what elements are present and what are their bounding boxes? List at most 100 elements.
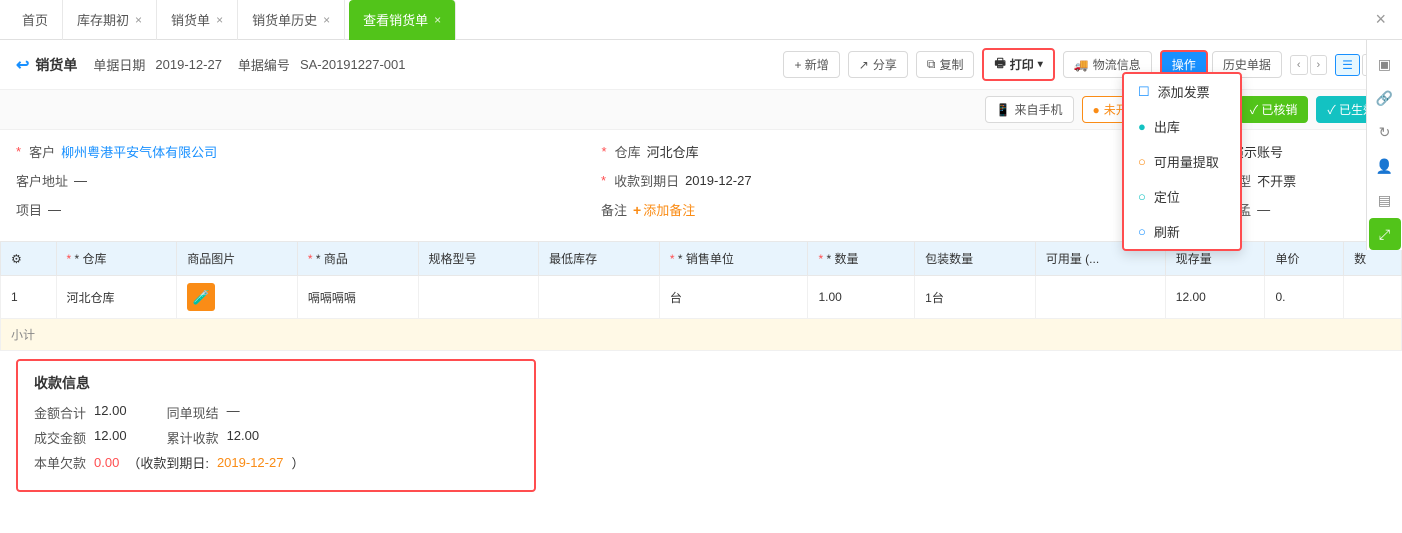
locate-item[interactable]: ○ 定位	[1124, 179, 1240, 214]
col-gear[interactable]: ⚙	[1, 242, 57, 276]
tab-inventory-start[interactable]: 库存期初 ×	[63, 0, 157, 40]
project-value: —	[48, 202, 61, 217]
tab-history-close[interactable]: ×	[323, 13, 330, 27]
row-available	[1035, 276, 1165, 319]
table-row: 1 河北仓库 🧪 嗝嗝嗝嗝 台 1.00 1台	[1, 276, 1402, 319]
from-phone-button[interactable]: 📱 来自手机	[985, 96, 1074, 123]
note-label: 备注	[601, 200, 627, 219]
list-view-button[interactable]: ☰	[1335, 54, 1360, 76]
add-invoice-item[interactable]: ☐ 添加发票	[1124, 74, 1240, 109]
available-label: 可用量提取	[1154, 152, 1219, 171]
tab-view-close[interactable]: ×	[434, 13, 441, 27]
outbound-item[interactable]: ● 出库	[1124, 109, 1240, 144]
sidebar-icon-4[interactable]: 👤	[1369, 150, 1401, 182]
tab-sales-history[interactable]: 销货单历史 ×	[238, 0, 345, 40]
customer-value[interactable]: 柳州粤港平安气体有限公司	[61, 142, 217, 161]
doc-number-label: 单据编号 SA-20191227-001	[238, 55, 406, 74]
row-qty: 1.00	[808, 276, 915, 319]
doc-date-value: 2019-12-27	[155, 57, 222, 72]
global-close-button[interactable]: ×	[1367, 9, 1394, 30]
warehouse-value: 河北仓库	[647, 142, 699, 161]
tab-sales-order[interactable]: 销货单 ×	[157, 0, 238, 40]
tab-sales-label: 销货单	[171, 10, 210, 29]
payment-info-box: 收款信息 金额合计 12.00 同单现结 — 成交金额 12.00 累计收款	[16, 359, 536, 492]
right-sidebar: ▣ 🔗 ↻ 👤 ▤ ⤢	[1366, 40, 1402, 250]
print-button[interactable]: 🖶 打印 ▾	[982, 48, 1054, 81]
doc-icon: ↩	[16, 55, 29, 75]
verified-text: 已核销	[1261, 103, 1297, 117]
share-button[interactable]: ↗ 分享	[848, 51, 908, 78]
nav-arrows: ‹ ›	[1290, 55, 1327, 75]
sidebar-icon-1[interactable]: ▣	[1369, 48, 1401, 80]
same-order-field: 同单现结 —	[167, 403, 240, 422]
new-button[interactable]: + 新增	[783, 51, 839, 78]
payment-info-title: 收款信息	[34, 373, 518, 393]
doc-date-label: 单据日期 2019-12-27	[93, 55, 222, 74]
verified-badge[interactable]: ✓ 已核销	[1239, 96, 1309, 123]
total-amount-field: 金额合计 12.00	[34, 403, 127, 422]
address-field: 客户地址 —	[16, 171, 216, 190]
doc-number-value: SA-20191227-001	[300, 57, 406, 72]
history-label: 历史单据	[1223, 58, 1271, 72]
tab-inventory-close[interactable]: ×	[135, 13, 142, 27]
available-qty-item[interactable]: ○ 可用量提取	[1124, 144, 1240, 179]
copy-icon: ⧉	[927, 57, 936, 72]
product-img-icon: 🧪	[192, 289, 209, 306]
sidebar-icon-3[interactable]: ↻	[1369, 116, 1401, 148]
row-unit-price: 0.	[1265, 276, 1344, 319]
add-note-button[interactable]: + 添加备注	[633, 200, 695, 219]
due-date-label: 收款到期日	[614, 171, 679, 190]
gear-icon[interactable]: ⚙	[11, 252, 22, 266]
next-button[interactable]: ›	[1310, 55, 1328, 75]
due-date-field: * 收款到期日 2019-12-27	[601, 171, 801, 190]
actions-dropdown: ☐ 添加发票 ● 出库 ○ 可用量提取 ○ 定位 ○ 刷新	[1122, 72, 1242, 251]
col-unit-price: 单价	[1265, 242, 1344, 276]
payment-row-1: 金额合计 12.00 同单现结 —	[34, 403, 518, 422]
tab-home[interactable]: 首页	[8, 0, 63, 40]
copy-button[interactable]: ⧉ 复制	[916, 51, 975, 78]
sidebar-icon-2[interactable]: 🔗	[1369, 82, 1401, 114]
refresh-label: 刷新	[1154, 222, 1180, 241]
refresh-item[interactable]: ○ 刷新	[1124, 214, 1240, 249]
tab-view-label: 查看销货单	[363, 10, 428, 29]
tab-home-label: 首页	[22, 10, 48, 29]
row-current-stock: 12.00	[1165, 276, 1265, 319]
prev-button[interactable]: ‹	[1290, 55, 1308, 75]
warehouse-required: *	[602, 144, 607, 159]
outbound-label: 出库	[1154, 117, 1180, 136]
print-label: 打印	[1010, 56, 1034, 73]
address-label: 客户地址	[16, 171, 68, 190]
address-value: —	[74, 173, 87, 188]
row-image: 🧪	[177, 276, 298, 319]
table-section: ⚙ * * 仓库 商品图片 * * 商品 规格型号 最低库存 * * 销售单位 …	[0, 241, 1402, 351]
payment-row-3: 本单欠款 0.00 （收款到期日: 2019-12-27 ）	[34, 453, 518, 472]
current-due-label: 本单欠款	[34, 453, 86, 472]
locate-label: 定位	[1154, 187, 1180, 206]
customer-required: *	[16, 144, 21, 159]
phone-icon: 📱	[996, 103, 1011, 117]
add-invoice-label: 添加发票	[1158, 82, 1210, 101]
sidebar-icon-5[interactable]: ▤	[1369, 184, 1401, 216]
total-amount-value: 12.00	[94, 403, 127, 422]
project-field: 项目 —	[16, 200, 216, 219]
col-warehouse: * * 仓库	[56, 242, 177, 276]
tab-history-label: 销货单历史	[252, 10, 317, 29]
row-pkg-qty: 1台	[915, 276, 1036, 319]
copy-label: 复制	[939, 56, 963, 73]
col-product: * * 商品	[297, 242, 418, 276]
col-spec: 规格型号	[418, 242, 539, 276]
due-note: （收款到期日:	[127, 453, 209, 472]
total-amount-label: 金额合计	[34, 403, 86, 422]
current-due-value: 0.00	[94, 455, 119, 470]
tab-view-sales[interactable]: 查看销货单 ×	[349, 0, 456, 40]
data-table: ⚙ * * 仓库 商品图片 * * 商品 规格型号 最低库存 * * 销售单位 …	[0, 241, 1402, 351]
doc-title-area: ↩ 销货单	[16, 55, 77, 75]
warehouse-label: 仓库	[615, 142, 641, 161]
subtotal-label: 小计	[1, 319, 1402, 351]
sidebar-icon-expand[interactable]: ⤢	[1369, 218, 1401, 250]
col-image: 商品图片	[177, 242, 298, 276]
tab-sales-close[interactable]: ×	[216, 13, 223, 27]
effective-check-icon: ✓	[1327, 103, 1335, 117]
cumulative-value: 12.00	[227, 428, 260, 447]
print-arrow: ▾	[1038, 59, 1043, 70]
